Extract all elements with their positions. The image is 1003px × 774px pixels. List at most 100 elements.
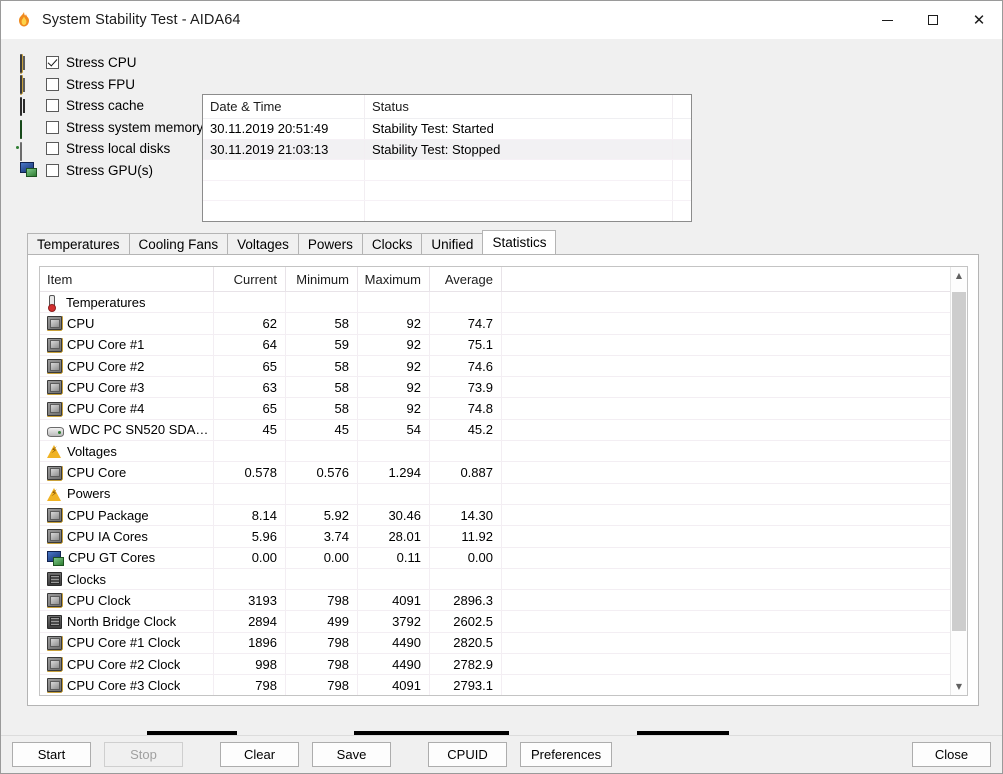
log-row[interactable]: 30.11.2019 21:03:13 Stability Test: Stop… bbox=[203, 139, 691, 160]
stress-option-cpu[interactable]: Stress CPU bbox=[20, 52, 200, 74]
item-name: CPU Core #1 Clock bbox=[67, 635, 181, 651]
close-window-button[interactable]: ✕ bbox=[956, 2, 1002, 39]
scroll-down-icon[interactable]: ▼ bbox=[951, 678, 967, 695]
cpu-chip-icon bbox=[47, 635, 62, 650]
cache-icon bbox=[20, 96, 38, 116]
cell-minimum: 0.00 bbox=[286, 547, 358, 568]
tab-label: Voltages bbox=[237, 236, 289, 252]
sensor-row-label: CPU Core bbox=[40, 462, 214, 483]
table-row[interactable]: CPU Core #1 Clock 1896 798 4490 2820.5 bbox=[40, 632, 950, 655]
group-row-label: Temperatures bbox=[40, 292, 214, 313]
stress-disks-checkbox[interactable] bbox=[46, 142, 59, 156]
stress-cpu-checkbox[interactable] bbox=[46, 56, 59, 70]
item-name: CPU Core #4 bbox=[67, 401, 145, 417]
cell-current: 998 bbox=[214, 654, 286, 675]
table-row[interactable]: WDC PC SN520 SDAPN... 45 45 54 45.2 bbox=[40, 419, 950, 442]
tab-unified[interactable]: Unified bbox=[421, 233, 484, 254]
tab-temperatures[interactable]: Temperatures bbox=[27, 233, 130, 254]
sensor-row-label: CPU Clock bbox=[40, 590, 214, 611]
scrollbar-track[interactable] bbox=[951, 284, 967, 678]
item-name: Voltages bbox=[67, 443, 117, 459]
scroll-up-icon[interactable]: ▲ bbox=[951, 267, 967, 284]
maximize-button[interactable] bbox=[910, 2, 956, 39]
table-row[interactable]: Voltages bbox=[40, 441, 950, 463]
cpu-chip-icon bbox=[47, 678, 62, 693]
scrollbar-thumb[interactable] bbox=[952, 291, 966, 631]
tab-statistics[interactable]: Statistics bbox=[482, 230, 557, 254]
tab-voltages[interactable]: Voltages bbox=[227, 233, 299, 254]
log-column-datetime[interactable]: Date & Time bbox=[203, 95, 365, 118]
minimize-button[interactable] bbox=[864, 2, 910, 39]
table-row[interactable]: Clocks bbox=[40, 568, 950, 591]
cell-current: 798 bbox=[214, 675, 286, 695]
stress-option-label: Stress GPU(s) bbox=[66, 162, 154, 178]
start-button[interactable]: Start bbox=[12, 742, 91, 767]
stress-memory-checkbox[interactable] bbox=[46, 120, 59, 134]
column-header-minimum[interactable]: Minimum bbox=[286, 267, 358, 291]
cell-minimum: 45 bbox=[286, 419, 358, 441]
stress-option-fpu[interactable]: Stress FPU bbox=[20, 74, 200, 96]
cell-minimum: 3.74 bbox=[286, 526, 358, 547]
cell-minimum bbox=[286, 441, 358, 462]
cell-maximum bbox=[358, 483, 430, 504]
tab-cooling-fans[interactable]: Cooling Fans bbox=[128, 233, 229, 254]
log-row[interactable]: 30.11.2019 20:51:49 Stability Test: Star… bbox=[203, 119, 691, 140]
log-row-empty bbox=[203, 222, 691, 223]
tab-clocks[interactable]: Clocks bbox=[361, 233, 423, 254]
stress-option-gpu[interactable]: Stress GPU(s) bbox=[20, 160, 200, 182]
close-button[interactable]: Close bbox=[912, 742, 991, 767]
cell-filler bbox=[502, 398, 950, 418]
stress-option-local-disks[interactable]: Stress local disks bbox=[20, 138, 200, 161]
stress-fpu-checkbox[interactable] bbox=[46, 77, 59, 91]
table-row[interactable]: North Bridge Clock 2894 499 3792 2602.5 bbox=[40, 611, 950, 633]
cell-average: 0.887 bbox=[430, 462, 502, 483]
table-row[interactable]: CPU Core 0.578 0.576 1.294 0.887 bbox=[40, 462, 950, 484]
table-row[interactable]: CPU Core #1 64 59 92 75.1 bbox=[40, 334, 950, 356]
column-header-maximum[interactable]: Maximum bbox=[358, 267, 430, 291]
table-row[interactable]: CPU Core #3 63 58 92 73.9 bbox=[40, 377, 950, 399]
table-row[interactable]: CPU Clock 3193 798 4091 2896.3 bbox=[40, 590, 950, 612]
tab-powers[interactable]: Powers bbox=[297, 233, 363, 254]
save-button[interactable]: Save bbox=[312, 742, 391, 767]
sensor-row-label: WDC PC SN520 SDAPN... bbox=[40, 419, 214, 441]
table-row[interactable]: CPU Core #3 Clock 798 798 4091 2793.1 bbox=[40, 675, 950, 695]
cell-current: 64 bbox=[214, 334, 286, 355]
table-row[interactable]: CPU Core #2 Clock 998 798 4490 2782.9 bbox=[40, 654, 950, 676]
stress-cache-checkbox[interactable] bbox=[46, 99, 59, 113]
table-row[interactable]: CPU Package 8.14 5.92 30.46 14.30 bbox=[40, 504, 950, 527]
cell-minimum: 798 bbox=[286, 590, 358, 611]
log-column-extra bbox=[673, 95, 691, 118]
cell-current: 63 bbox=[214, 377, 286, 398]
cell-filler bbox=[502, 611, 950, 631]
stress-option-cache[interactable]: Stress cache bbox=[20, 95, 200, 117]
column-header-item[interactable]: Item bbox=[40, 267, 214, 291]
cell-current bbox=[214, 483, 286, 504]
cell-current: 2894 bbox=[214, 611, 286, 632]
table-row[interactable]: Powers bbox=[40, 483, 950, 505]
table-row[interactable]: Temperatures bbox=[40, 292, 950, 314]
status-log-grid[interactable]: Date & Time Status 30.11.2019 20:51:49 S… bbox=[202, 94, 692, 222]
column-header-current[interactable]: Current bbox=[214, 267, 286, 291]
cell-minimum: 798 bbox=[286, 632, 358, 654]
stress-gpu-checkbox[interactable] bbox=[46, 163, 59, 177]
table-row[interactable]: CPU IA Cores 5.96 3.74 28.01 11.92 bbox=[40, 526, 950, 548]
preferences-button[interactable]: Preferences bbox=[520, 742, 613, 767]
table-row[interactable]: CPU GT Cores 0.00 0.00 0.11 0.00 bbox=[40, 547, 950, 569]
clear-button[interactable]: Clear bbox=[220, 742, 299, 767]
table-row[interactable]: CPU Core #2 65 58 92 74.6 bbox=[40, 355, 950, 378]
voltage-warning-icon bbox=[47, 444, 62, 459]
table-row[interactable]: CPU Core #4 65 58 92 74.8 bbox=[40, 398, 950, 420]
log-cell-status: Stability Test: Stopped bbox=[365, 139, 673, 159]
cpu-chip-icon bbox=[47, 359, 62, 374]
cpuid-button[interactable]: CPUID bbox=[428, 742, 507, 767]
table-row[interactable]: CPU 62 58 92 74.7 bbox=[40, 313, 950, 335]
stress-option-system-memory[interactable]: Stress system memory bbox=[20, 117, 203, 140]
statistics-vertical-scrollbar[interactable]: ▲ ▼ bbox=[950, 267, 967, 695]
log-column-status[interactable]: Status bbox=[365, 95, 673, 118]
item-name: CPU GT Cores bbox=[68, 550, 156, 566]
title-bar: System Stability Test - AIDA64 ✕ bbox=[1, 1, 1002, 39]
cell-minimum: 58 bbox=[286, 313, 358, 334]
statistics-row-container: Temperatures CPU 62 58 92 74.7 CPU Core #1 64 59… bbox=[40, 292, 950, 695]
column-header-average[interactable]: Average bbox=[430, 267, 502, 291]
sensor-row-label: CPU Core #3 Clock bbox=[40, 675, 214, 695]
